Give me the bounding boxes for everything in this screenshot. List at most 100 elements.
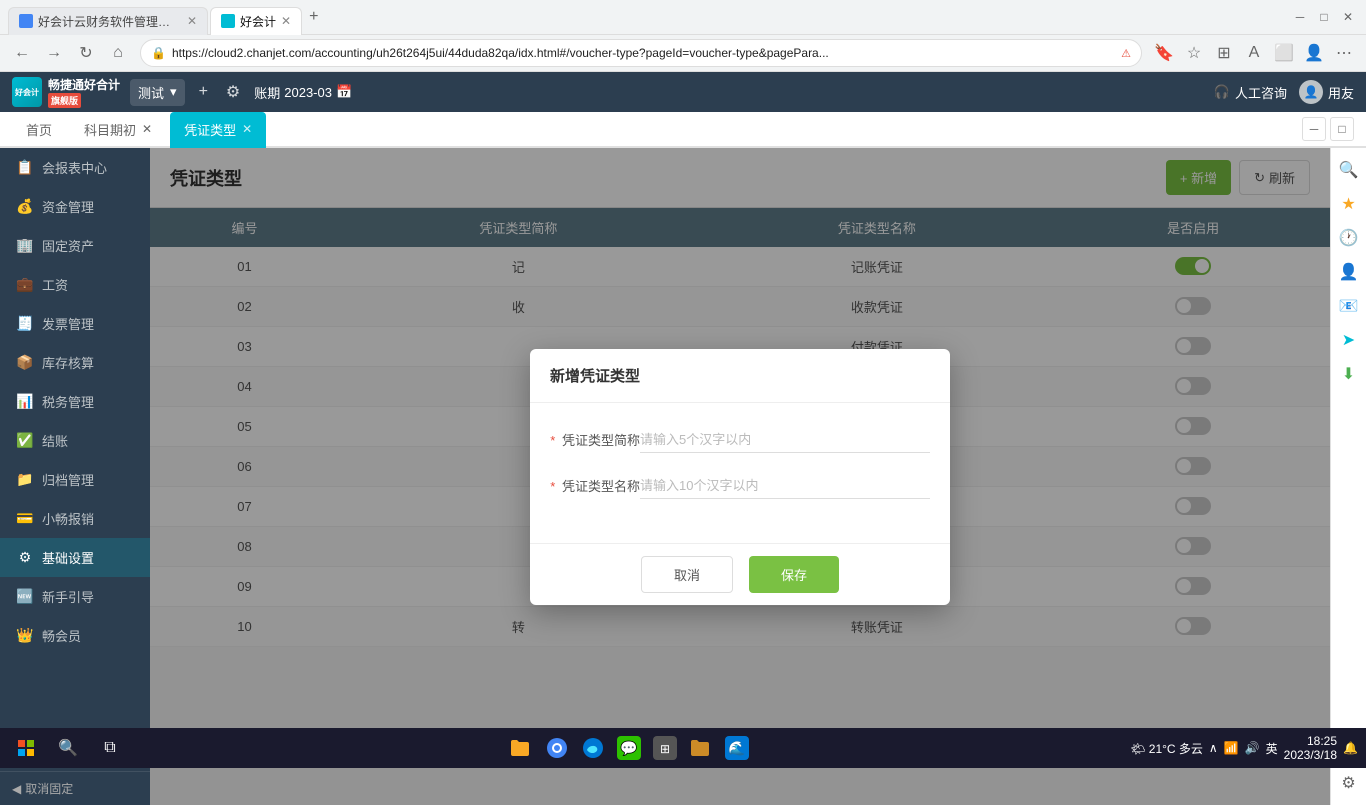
minimize-button[interactable]: ─	[1290, 7, 1310, 27]
task-view-button[interactable]: ⧉	[92, 730, 128, 766]
period-info: 账期 2023-03 📅	[254, 83, 352, 102]
guide-icon: 🆕	[16, 588, 34, 606]
tab-voucher-type[interactable]: 凭证类型 ✕	[170, 112, 266, 148]
new-tab-button[interactable]: +	[309, 8, 318, 26]
name-label: * 凭证类型名称	[550, 476, 640, 495]
cancel-button[interactable]: 取消	[641, 556, 733, 593]
lang-indicator[interactable]: 英	[1266, 740, 1278, 757]
edge-taskbar-button[interactable]	[577, 732, 609, 764]
taskbar-left: 🔍 ⧉	[8, 730, 128, 766]
address-bar-row: ← → ↻ ⌂ 🔒 https://cloud2.chanjet.com/acc…	[0, 35, 1366, 72]
windows-icon	[18, 740, 34, 756]
warning-icon: ⚠	[1121, 47, 1131, 60]
sidebar-item-funds[interactable]: 💰 资金管理	[0, 187, 150, 226]
sidebar: 📋 会报表中心 💰 资金管理 🏢 固定资产 💼 工资 🧾 发票管理 📦	[0, 148, 150, 805]
back-button[interactable]: ←	[8, 39, 36, 67]
collection-button[interactable]: ⊞	[1210, 39, 1238, 67]
extensions-button[interactable]: 🔖	[1150, 39, 1178, 67]
browser-right-icons: 🔖 ☆ ⊞ A ⬜ 👤 ⋯	[1150, 39, 1358, 67]
right-history-button[interactable]: 🕐	[1335, 224, 1363, 252]
url-text: https://cloud2.chanjet.com/accounting/uh…	[172, 46, 1115, 60]
sidebar-item-tax[interactable]: 📊 税务管理	[0, 382, 150, 421]
wechat-taskbar-button[interactable]: 💬	[613, 732, 645, 764]
tab1-close[interactable]: ✕	[187, 14, 197, 28]
more-button[interactable]: ⋯	[1330, 39, 1358, 67]
avatar: 👤	[1299, 80, 1323, 104]
settings-header-button[interactable]: ⚙	[222, 78, 244, 106]
dashboard-icon: 📋	[16, 159, 34, 177]
right-user-button[interactable]: 👤	[1335, 258, 1363, 286]
start-button[interactable]	[8, 730, 44, 766]
sidebar-item-inventory[interactable]: 📦 库存核算	[0, 343, 150, 382]
sidebar-label-settle: 结账	[42, 431, 68, 450]
sidebar-item-settings[interactable]: ⚙ 基础设置	[0, 538, 150, 577]
right-star-button[interactable]: ★	[1335, 190, 1363, 218]
tax-icon: 📊	[16, 393, 34, 411]
add-company-button[interactable]: +	[195, 79, 212, 105]
address-bar[interactable]: 🔒 https://cloud2.chanjet.com/accounting/…	[140, 39, 1142, 67]
save-button[interactable]: 保存	[749, 556, 839, 593]
profile-button[interactable]: 👤	[1300, 39, 1328, 67]
right-arrow-button[interactable]: ➤	[1335, 326, 1363, 354]
sidebar-item-dashboard[interactable]: 📋 会报表中心	[0, 148, 150, 187]
folder-icon	[509, 736, 533, 760]
browser-blue-icon: 🌊	[725, 736, 749, 760]
sidebar-item-salary[interactable]: 💼 工资	[0, 265, 150, 304]
file-explorer-button[interactable]	[505, 732, 537, 764]
right-download-button[interactable]: ⬇	[1335, 360, 1363, 388]
right-search-button[interactable]: 🔍	[1335, 156, 1363, 184]
folder2-taskbar-button[interactable]	[685, 732, 717, 764]
sidebar-item-member[interactable]: 👑 畅会员	[0, 616, 150, 655]
tab1-title: 好会计云财务软件管理系统_会计	[38, 13, 182, 30]
inventory-icon: 📦	[16, 354, 34, 372]
company-name: 测试	[138, 83, 164, 102]
notification-button[interactable]: 🔔	[1343, 741, 1358, 755]
logo-text-icon: 好会计	[15, 87, 39, 98]
right-outlook-button[interactable]: 📧	[1335, 292, 1363, 320]
weather-icon: 🌤	[1130, 742, 1145, 756]
svg-text:💬: 💬	[620, 740, 638, 757]
right-gear-button[interactable]: ⚙	[1335, 769, 1363, 797]
refresh-button[interactable]: ↻	[72, 39, 100, 67]
settings-taskbar-button[interactable]: ⊞	[649, 732, 681, 764]
logo-icon: 好会计	[12, 77, 42, 107]
consult-label: 人工咨询	[1235, 83, 1287, 102]
forward-button[interactable]: →	[40, 39, 68, 67]
split-button[interactable]: ⬜	[1270, 39, 1298, 67]
sidebar-item-assets[interactable]: 🏢 固定资产	[0, 226, 150, 265]
browser-tab-1[interactable]: 好会计云财务软件管理系统_会计 ✕	[8, 7, 208, 35]
close-button[interactable]: ✕	[1338, 7, 1358, 27]
maximize-button[interactable]: □	[1314, 7, 1334, 27]
company-selector[interactable]: 测试 ▾	[130, 79, 185, 106]
name-input[interactable]	[640, 473, 930, 499]
search-taskbar-button[interactable]: 🔍	[50, 730, 86, 766]
tab-voucher-close[interactable]: ✕	[242, 122, 252, 136]
user-button[interactable]: 👤 用友	[1299, 80, 1354, 104]
sidebar-label-tax: 税务管理	[42, 392, 94, 411]
required-star-name: *	[550, 479, 555, 494]
weather-text: 21°C 多云	[1149, 742, 1203, 756]
tab1-favicon	[19, 14, 33, 28]
browser-taskbar-button[interactable]: 🌊	[721, 732, 753, 764]
sidebar-footer[interactable]: ◀ 取消固定	[0, 771, 150, 805]
tab-minimize-button[interactable]: ─	[1302, 117, 1326, 141]
sidebar-item-guide[interactable]: 🆕 新手引导	[0, 577, 150, 616]
sidebar-item-invoice[interactable]: 🧾 发票管理	[0, 304, 150, 343]
consult-button[interactable]: 🎧 人工咨询	[1214, 83, 1287, 102]
browser-tab-2[interactable]: 好会计 ✕	[210, 7, 302, 35]
abbr-input[interactable]	[640, 427, 930, 453]
font-button[interactable]: A	[1240, 39, 1268, 67]
tab-home[interactable]: 首页	[12, 112, 66, 148]
tab-maximize-button[interactable]: □	[1330, 117, 1354, 141]
fav-button[interactable]: ☆	[1180, 39, 1208, 67]
sidebar-item-expense[interactable]: 💳 小畅报销	[0, 499, 150, 538]
chrome-taskbar-button[interactable]	[541, 732, 573, 764]
sidebar-footer-label: 取消固定	[25, 780, 73, 797]
tab-subject[interactable]: 科目期初 ✕	[70, 112, 166, 148]
sidebar-item-archive[interactable]: 📁 归档管理	[0, 460, 150, 499]
tab-subject-close[interactable]: ✕	[142, 122, 152, 136]
tab2-close[interactable]: ✕	[281, 14, 291, 28]
home-button[interactable]: ⌂	[104, 39, 132, 67]
sidebar-item-settle[interactable]: ✅ 结账	[0, 421, 150, 460]
chevron-up-icon[interactable]: ∧	[1209, 741, 1218, 755]
